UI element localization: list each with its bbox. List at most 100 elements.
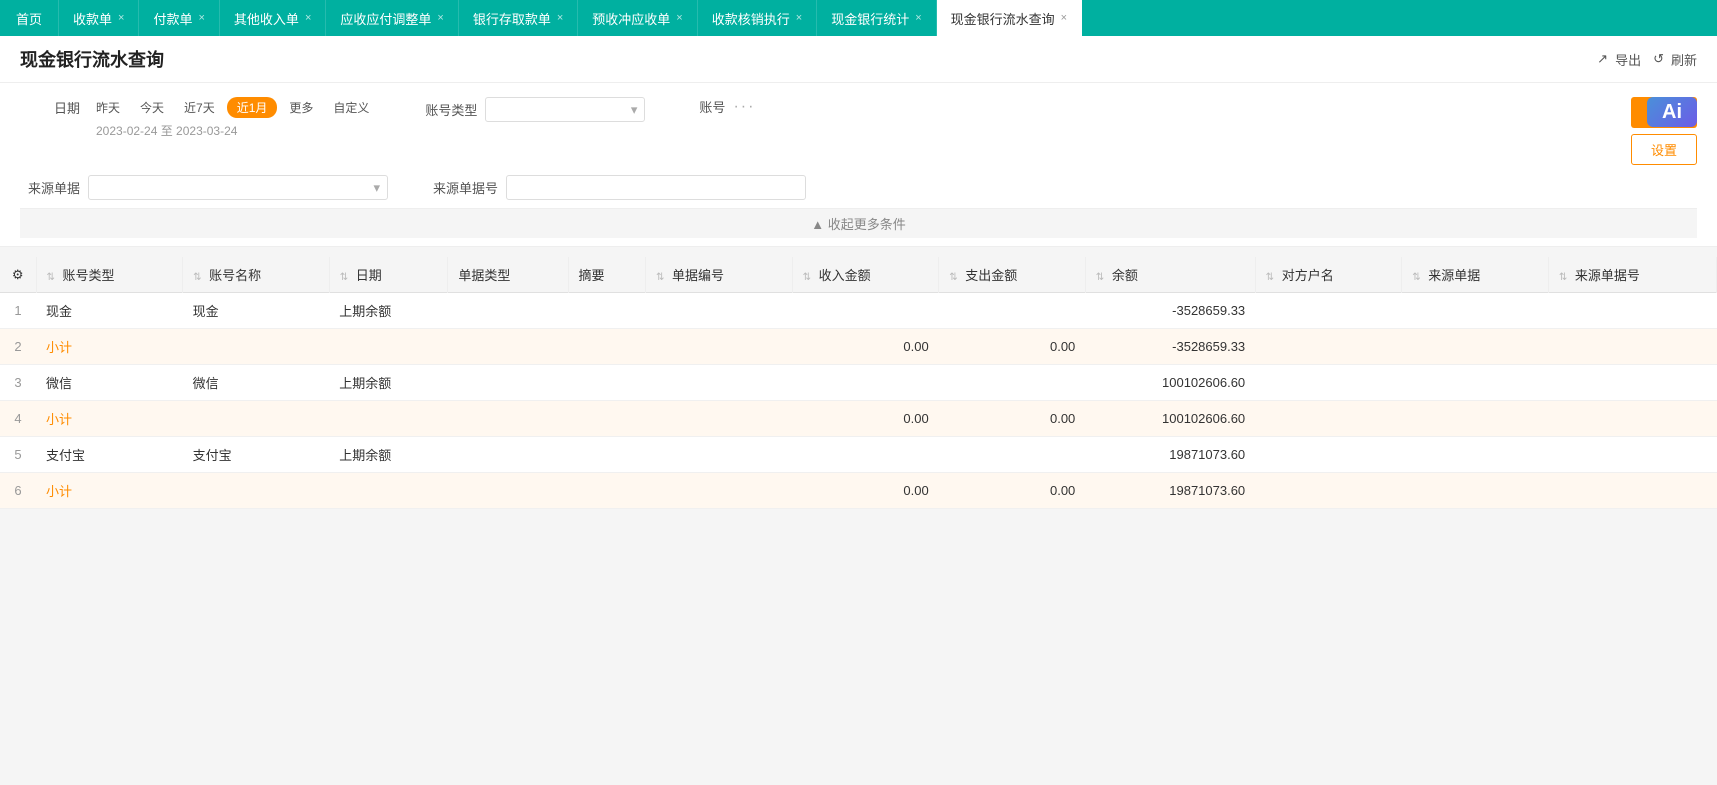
nav-bank-deposit-close[interactable]: × [557, 13, 563, 24]
collapse-bar[interactable]: ▲ 收起更多条件 [20, 208, 1697, 238]
cell-account-type: 小计 [36, 329, 183, 365]
source-doc-num-label: 来源单据号 [428, 178, 498, 197]
nav-bank-flow[interactable]: 现金银行流水查询 × [937, 0, 1082, 36]
nav-other-income[interactable]: 其他收入单 × [220, 0, 326, 36]
col-source-doc-num[interactable]: ⇅ 来源单据号 [1548, 257, 1716, 293]
sort-icon-counterpart: ⇅ [1266, 272, 1274, 283]
nav-receipts[interactable]: 收款单 × [59, 0, 139, 36]
nav-advance[interactable]: 预收冲应收单 × [578, 0, 697, 36]
cell-num: 6 [0, 473, 36, 509]
cell-expense [939, 365, 1086, 401]
cell-source-doc [1402, 293, 1549, 329]
date-yesterday[interactable]: 昨天 [88, 97, 128, 118]
cell-account-name: 微信 [183, 365, 330, 401]
sort-icon-account-type: ⇅ [47, 272, 55, 283]
table-row: 2小计0.000.00-3528659.33 [0, 329, 1717, 365]
cell-date: 上期余额 [329, 293, 448, 329]
date-custom[interactable]: 自定义 [325, 97, 377, 118]
sort-icon-balance: ⇅ [1096, 272, 1104, 283]
header-actions: ↗ 导出 ↺ 刷新 [1597, 50, 1697, 69]
col-date[interactable]: ⇅ 日期 [329, 257, 448, 293]
cell-doc-type [448, 329, 568, 365]
page-title: 现金银行流水查询 [20, 46, 164, 72]
source-doc-num-input[interactable] [506, 175, 806, 200]
cell-counterpart [1255, 401, 1402, 437]
nav-bank-flow-close[interactable]: × [1061, 13, 1067, 24]
export-button[interactable]: ↗ 导出 [1597, 50, 1641, 69]
cell-summary [568, 293, 645, 329]
cell-account-type: 支付宝 [36, 437, 183, 473]
col-counterpart[interactable]: ⇅ 对方户名 [1255, 257, 1402, 293]
cell-doc-type [448, 437, 568, 473]
settings-button[interactable]: 设置 [1631, 134, 1697, 165]
cell-num: 2 [0, 329, 36, 365]
nav-bank-deposit[interactable]: 银行存取款单 × [459, 0, 578, 36]
cell-account-name: 现金 [183, 293, 330, 329]
nav-other-income-label: 其他收入单 [234, 9, 299, 28]
table-row: 6小计0.000.0019871073.60 [0, 473, 1717, 509]
table-container: ⚙ ⇅ 账号类型 ⇅ 账号名称 ⇅ 日期 单据类型 摘要 [0, 257, 1717, 509]
cell-doc-type [448, 473, 568, 509]
nav-other-income-close[interactable]: × [305, 13, 311, 24]
table-row: 3微信微信上期余额100102606.60 [0, 365, 1717, 401]
cell-num: 3 [0, 365, 36, 401]
cell-source-doc-num [1548, 365, 1716, 401]
col-account-name[interactable]: ⇅ 账号名称 [183, 257, 330, 293]
nav-bank-stats[interactable]: 现金银行统计 × [817, 0, 936, 36]
cell-account-name [183, 401, 330, 437]
account-type-group: 账号类型 [417, 97, 645, 122]
cell-balance: 19871073.60 [1085, 473, 1255, 509]
source-doc-select[interactable] [88, 175, 388, 200]
nav-write-off[interactable]: 收款核销执行 × [698, 0, 817, 36]
col-settings[interactable]: ⚙ [0, 257, 36, 293]
nav-receipts-label: 收款单 [73, 9, 112, 28]
date-1month[interactable]: 近1月 [227, 97, 278, 118]
cell-num: 5 [0, 437, 36, 473]
nav-receipts-close[interactable]: × [118, 13, 124, 24]
cell-source-doc-num [1548, 437, 1716, 473]
data-table: ⚙ ⇅ 账号类型 ⇅ 账号名称 ⇅ 日期 单据类型 摘要 [0, 257, 1717, 509]
cell-balance: -3528659.33 [1085, 329, 1255, 365]
date-more[interactable]: 更多 [281, 97, 321, 118]
nav-home[interactable]: 首页 [0, 0, 59, 36]
table-header-row: ⚙ ⇅ 账号类型 ⇅ 账号名称 ⇅ 日期 单据类型 摘要 [0, 257, 1717, 293]
nav-ar-adjust-close[interactable]: × [437, 13, 443, 24]
col-income[interactable]: ⇅ 收入金额 [792, 257, 939, 293]
refresh-button[interactable]: ↺ 刷新 [1653, 50, 1697, 69]
export-icon: ↗ [1597, 51, 1608, 67]
cell-date [329, 329, 448, 365]
account-type-select[interactable] [485, 97, 645, 122]
table-row: 1现金现金上期余额-3528659.33 [0, 293, 1717, 329]
col-doc-type[interactable]: 单据类型 [448, 257, 568, 293]
nav-advance-close[interactable]: × [676, 13, 682, 24]
nav-payments-close[interactable]: × [198, 13, 204, 24]
col-doc-number[interactable]: ⇅ 单据编号 [645, 257, 792, 293]
gear-icon: ⚙ [12, 267, 24, 282]
nav-ar-adjust[interactable]: 应收应付调整单 × [326, 0, 458, 36]
col-expense[interactable]: ⇅ 支出金额 [939, 257, 1086, 293]
source-doc-num-group: 来源单据号 [428, 175, 806, 200]
cell-account-name: 支付宝 [183, 437, 330, 473]
account-type-label: 账号类型 [417, 100, 477, 119]
source-doc-group: 来源单据 [20, 175, 388, 200]
table-row: 4小计0.000.00100102606.60 [0, 401, 1717, 437]
date-today[interactable]: 今天 [132, 97, 172, 118]
account-more-icon[interactable]: ··· [733, 98, 755, 116]
col-account-type[interactable]: ⇅ 账号类型 [36, 257, 183, 293]
refresh-label: 刷新 [1671, 50, 1697, 69]
nav-bank-stats-close[interactable]: × [915, 13, 921, 24]
date-7days[interactable]: 近7天 [176, 97, 223, 118]
col-source-doc[interactable]: ⇅ 来源单据 [1402, 257, 1549, 293]
ai-badge[interactable]: Ai [1647, 97, 1697, 127]
cell-account-type: 小计 [36, 401, 183, 437]
cell-doc-type [448, 401, 568, 437]
col-summary[interactable]: 摘要 [568, 257, 645, 293]
date-range-display: 2023-02-24 至 2023-03-24 [96, 124, 237, 138]
source-doc-select-wrapper [88, 175, 388, 200]
nav-payments[interactable]: 付款单 × [139, 0, 219, 36]
col-balance[interactable]: ⇅ 余额 [1085, 257, 1255, 293]
nav-write-off-close[interactable]: × [796, 13, 802, 24]
account-group: 账号 ··· [685, 97, 763, 116]
cell-doc-number [645, 365, 792, 401]
cell-doc-number [645, 329, 792, 365]
